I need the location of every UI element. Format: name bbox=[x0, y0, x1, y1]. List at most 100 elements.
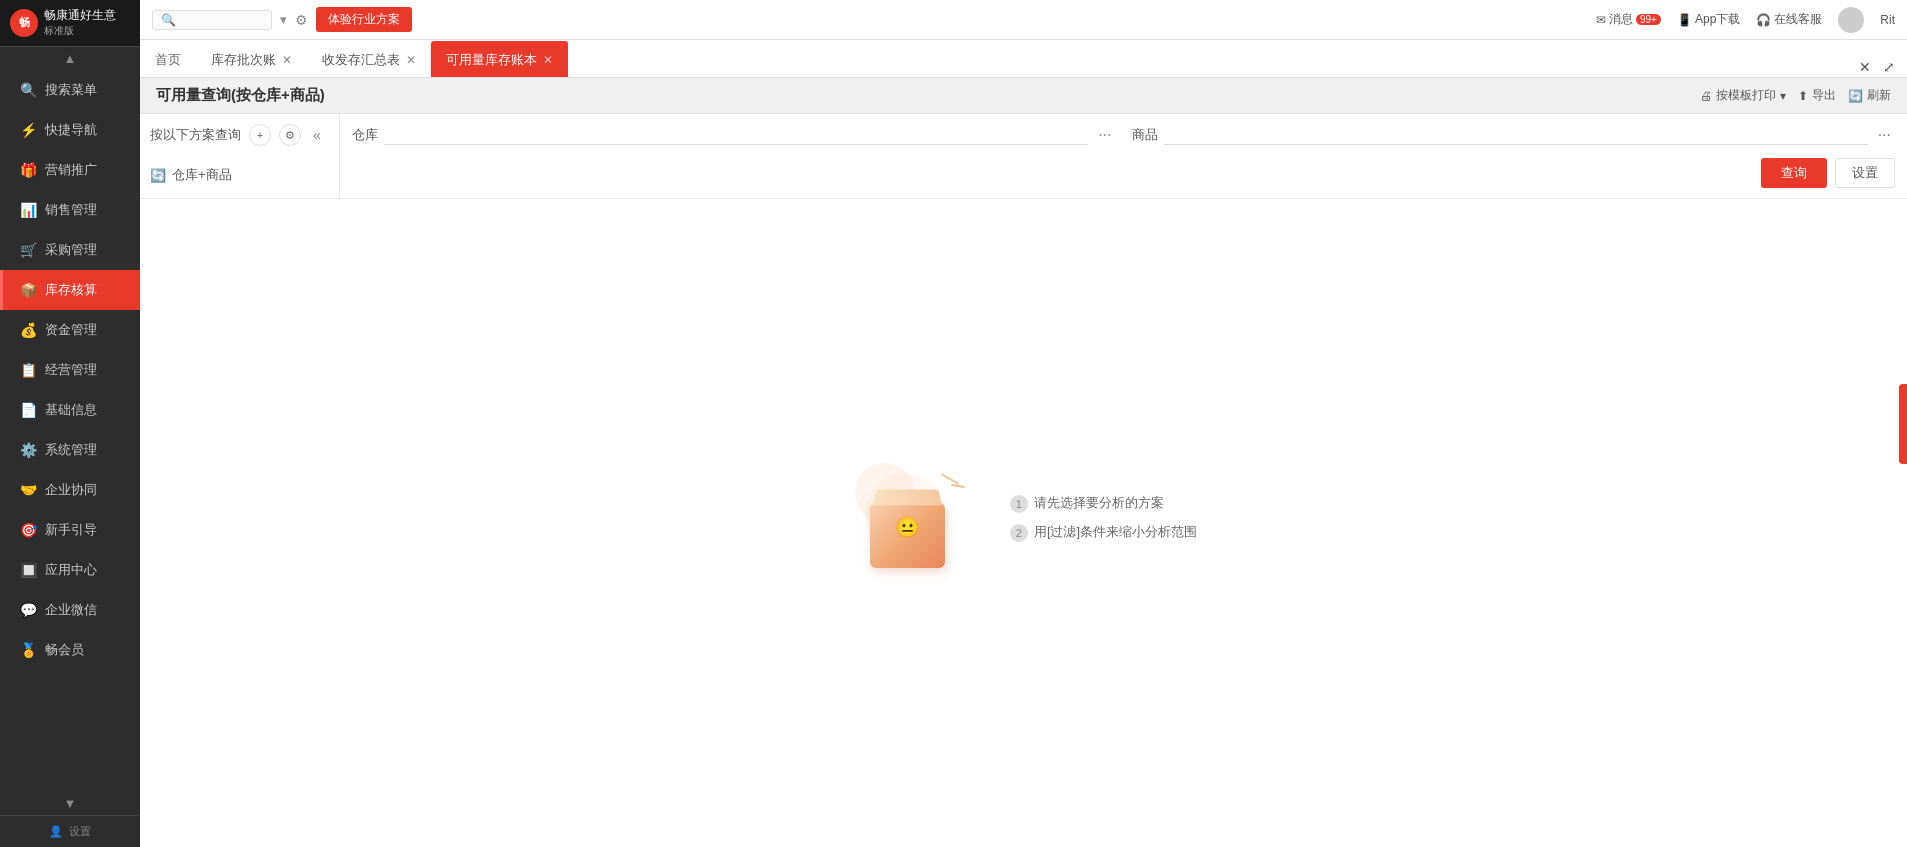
settings-button[interactable]: 设置 bbox=[1835, 158, 1895, 188]
sidebar-item-apps[interactable]: 🔲 应用中心 bbox=[0, 550, 140, 590]
tab-close-all-button[interactable]: ✕ bbox=[1855, 57, 1875, 77]
sidebar-item-member[interactable]: 🏅 畅会员 bbox=[0, 630, 140, 670]
message-icon: ✉ bbox=[1596, 13, 1606, 27]
sidebar-item-operation[interactable]: 📋 经营管理 bbox=[0, 350, 140, 390]
sidebar-bottom-icon: 👤 bbox=[49, 825, 63, 838]
tab-batch[interactable]: 库存批次账 ✕ bbox=[196, 41, 307, 77]
export-label: 导出 bbox=[1812, 87, 1836, 104]
product-more-button[interactable]: ··· bbox=[1874, 126, 1895, 144]
topbar-gear-icon[interactable]: ⚙ bbox=[295, 12, 308, 28]
app-logo: 畅 bbox=[10, 9, 38, 37]
sidebar-item-label: 资金管理 bbox=[45, 321, 97, 339]
query-settings-button[interactable]: ⚙ bbox=[279, 124, 301, 146]
warehouse-filter-label: 仓库 bbox=[352, 126, 378, 144]
tab-home[interactable]: 首页 bbox=[140, 41, 196, 77]
inventory-icon: 📦 bbox=[19, 282, 37, 298]
tab-expand-button[interactable]: ⤢ bbox=[1879, 57, 1899, 77]
sidebar-item-enterprise[interactable]: 🤝 企业协同 bbox=[0, 470, 140, 510]
sidebar-bottom[interactable]: 👤 设置 bbox=[0, 815, 140, 847]
apps-icon: 🔲 bbox=[19, 562, 37, 578]
filter-area: 仓库 ··· 商品 ··· 查询 设置 bbox=[340, 114, 1907, 198]
sidebar-scroll-up[interactable]: ▲ bbox=[0, 47, 140, 70]
message-badge: 99+ bbox=[1636, 14, 1661, 25]
basic-icon: 📄 bbox=[19, 402, 37, 418]
sidebar-scroll-down[interactable]: ▼ bbox=[0, 792, 140, 815]
tab-batch-close[interactable]: ✕ bbox=[282, 53, 292, 67]
sidebar-item-label: 经营管理 bbox=[45, 361, 97, 379]
query-add-button[interactable]: + bbox=[249, 124, 271, 146]
query-label: 按以下方案查询 bbox=[150, 126, 241, 144]
print-label: 按模板打印 bbox=[1716, 87, 1776, 104]
tab-summary-label: 收发存汇总表 bbox=[322, 51, 400, 69]
print-button[interactable]: 🖨 按模板打印 ▾ bbox=[1700, 87, 1786, 104]
app-name: 畅康通好生意 bbox=[44, 8, 116, 24]
topbar-right: ✉ 消息 99+ 📱 App下载 🎧 在线客服 Rit bbox=[1596, 7, 1895, 33]
wechat-icon: 💬 bbox=[19, 602, 37, 618]
empty-illustration: 😐 bbox=[850, 463, 970, 583]
right-scroll-handle[interactable] bbox=[1899, 384, 1907, 464]
tip-2-text: 用[过滤]条件来缩小分析范围 bbox=[1034, 523, 1197, 541]
member-icon: 🏅 bbox=[19, 642, 37, 658]
refresh-icon: 🔄 bbox=[1848, 89, 1863, 103]
industry-solution-button[interactable]: 体验行业方案 bbox=[316, 7, 412, 32]
user-avatar[interactable] bbox=[1838, 7, 1864, 33]
scheme-item-warehouse[interactable]: 🔄 仓库+商品 bbox=[140, 162, 339, 188]
search-icon: 🔍 bbox=[161, 13, 176, 27]
system-icon: ⚙️ bbox=[19, 442, 37, 458]
sidebar-item-sales[interactable]: 📊 销售管理 bbox=[0, 190, 140, 230]
topbar-dropdown-icon[interactable]: ▾ bbox=[280, 12, 287, 27]
sidebar-item-label: 应用中心 bbox=[45, 561, 97, 579]
sidebar-item-shortcut[interactable]: ⚡ 快捷导航 bbox=[0, 110, 140, 150]
service-icon: 🎧 bbox=[1756, 13, 1771, 27]
tabs-right-buttons: ✕ ⤢ bbox=[1855, 57, 1907, 77]
warehouse-more-button[interactable]: ··· bbox=[1094, 126, 1115, 144]
sidebar-item-label: 采购管理 bbox=[45, 241, 97, 259]
sidebar-item-label: 基础信息 bbox=[45, 401, 97, 419]
sidebar-item-newbie[interactable]: 🎯 新手引导 bbox=[0, 510, 140, 550]
filter-actions: 查询 设置 bbox=[352, 154, 1895, 188]
refresh-label: 刷新 bbox=[1867, 87, 1891, 104]
scheme-panel: 按以下方案查询 + ⚙ « 🔄 仓库+商品 bbox=[140, 114, 340, 198]
product-filter-label: 商品 bbox=[1132, 126, 1158, 144]
sidebar-item-inventory[interactable]: 📦 库存核算 bbox=[0, 270, 140, 310]
search-icon: 🔍 bbox=[19, 82, 37, 98]
shortcut-icon: ⚡ bbox=[19, 122, 37, 138]
warehouse-filter-input[interactable] bbox=[384, 126, 1088, 145]
sidebar-item-system[interactable]: ⚙️ 系统管理 bbox=[0, 430, 140, 470]
app-download-button[interactable]: 📱 App下载 bbox=[1677, 11, 1740, 28]
online-service-button[interactable]: 🎧 在线客服 bbox=[1756, 11, 1822, 28]
topbar-search-box[interactable]: 🔍 bbox=[152, 10, 272, 30]
online-service-label: 在线客服 bbox=[1774, 11, 1822, 28]
empty-state: 😐 1 请先选择要分析的方案 2 用[过滤]条件来缩小分析范围 bbox=[140, 199, 1907, 847]
tab-available-close[interactable]: ✕ bbox=[543, 53, 553, 67]
tab-summary[interactable]: 收发存汇总表 ✕ bbox=[307, 41, 431, 77]
sidebar: 畅 畅康通好生意 标准版 ▲ 🔍 搜索菜单 ⚡ 快捷导航 🎁 营销推广 📊 销售… bbox=[0, 0, 140, 847]
export-button[interactable]: ⬆ 导出 bbox=[1798, 87, 1836, 104]
message-button[interactable]: ✉ 消息 99+ bbox=[1596, 11, 1661, 28]
sidebar-item-basic[interactable]: 📄 基础信息 bbox=[0, 390, 140, 430]
sidebar-item-label: 快捷导航 bbox=[45, 121, 97, 139]
settings-icon: ⚙ bbox=[285, 129, 295, 142]
sidebar-item-marketing[interactable]: 🎁 营销推广 bbox=[0, 150, 140, 190]
sales-icon: 📊 bbox=[19, 202, 37, 218]
sidebar-item-purchase[interactable]: 🛒 采购管理 bbox=[0, 230, 140, 270]
sidebar-item-label: 营销推广 bbox=[45, 161, 97, 179]
query-collapse-button[interactable]: « bbox=[313, 127, 321, 143]
sidebar-bottom-label: 设置 bbox=[69, 824, 91, 839]
sidebar-item-finance[interactable]: 💰 资金管理 bbox=[0, 310, 140, 350]
sidebar-item-search[interactable]: 🔍 搜索菜单 bbox=[0, 70, 140, 110]
product-filter-input[interactable] bbox=[1164, 126, 1868, 145]
print-dropdown-icon[interactable]: ▾ bbox=[1780, 89, 1786, 103]
tab-summary-close[interactable]: ✕ bbox=[406, 53, 416, 67]
query-button[interactable]: 查询 bbox=[1761, 158, 1827, 188]
refresh-button[interactable]: 🔄 刷新 bbox=[1848, 87, 1891, 104]
sidebar-item-wechat[interactable]: 💬 企业微信 bbox=[0, 590, 140, 630]
tab-available-label: 可用量库存账本 bbox=[446, 51, 537, 69]
tab-available[interactable]: 可用量库存账本 ✕ bbox=[431, 41, 568, 77]
sidebar-item-label: 销售管理 bbox=[45, 201, 97, 219]
operation-icon: 📋 bbox=[19, 362, 37, 378]
warehouse-filter-group: 仓库 ··· bbox=[352, 126, 1116, 145]
query-panel: 按以下方案查询 + ⚙ « 🔄 仓库+商品 bbox=[140, 114, 1907, 199]
topbar-search-input[interactable] bbox=[180, 13, 260, 27]
filter-row: 仓库 ··· 商品 ··· bbox=[352, 124, 1895, 146]
